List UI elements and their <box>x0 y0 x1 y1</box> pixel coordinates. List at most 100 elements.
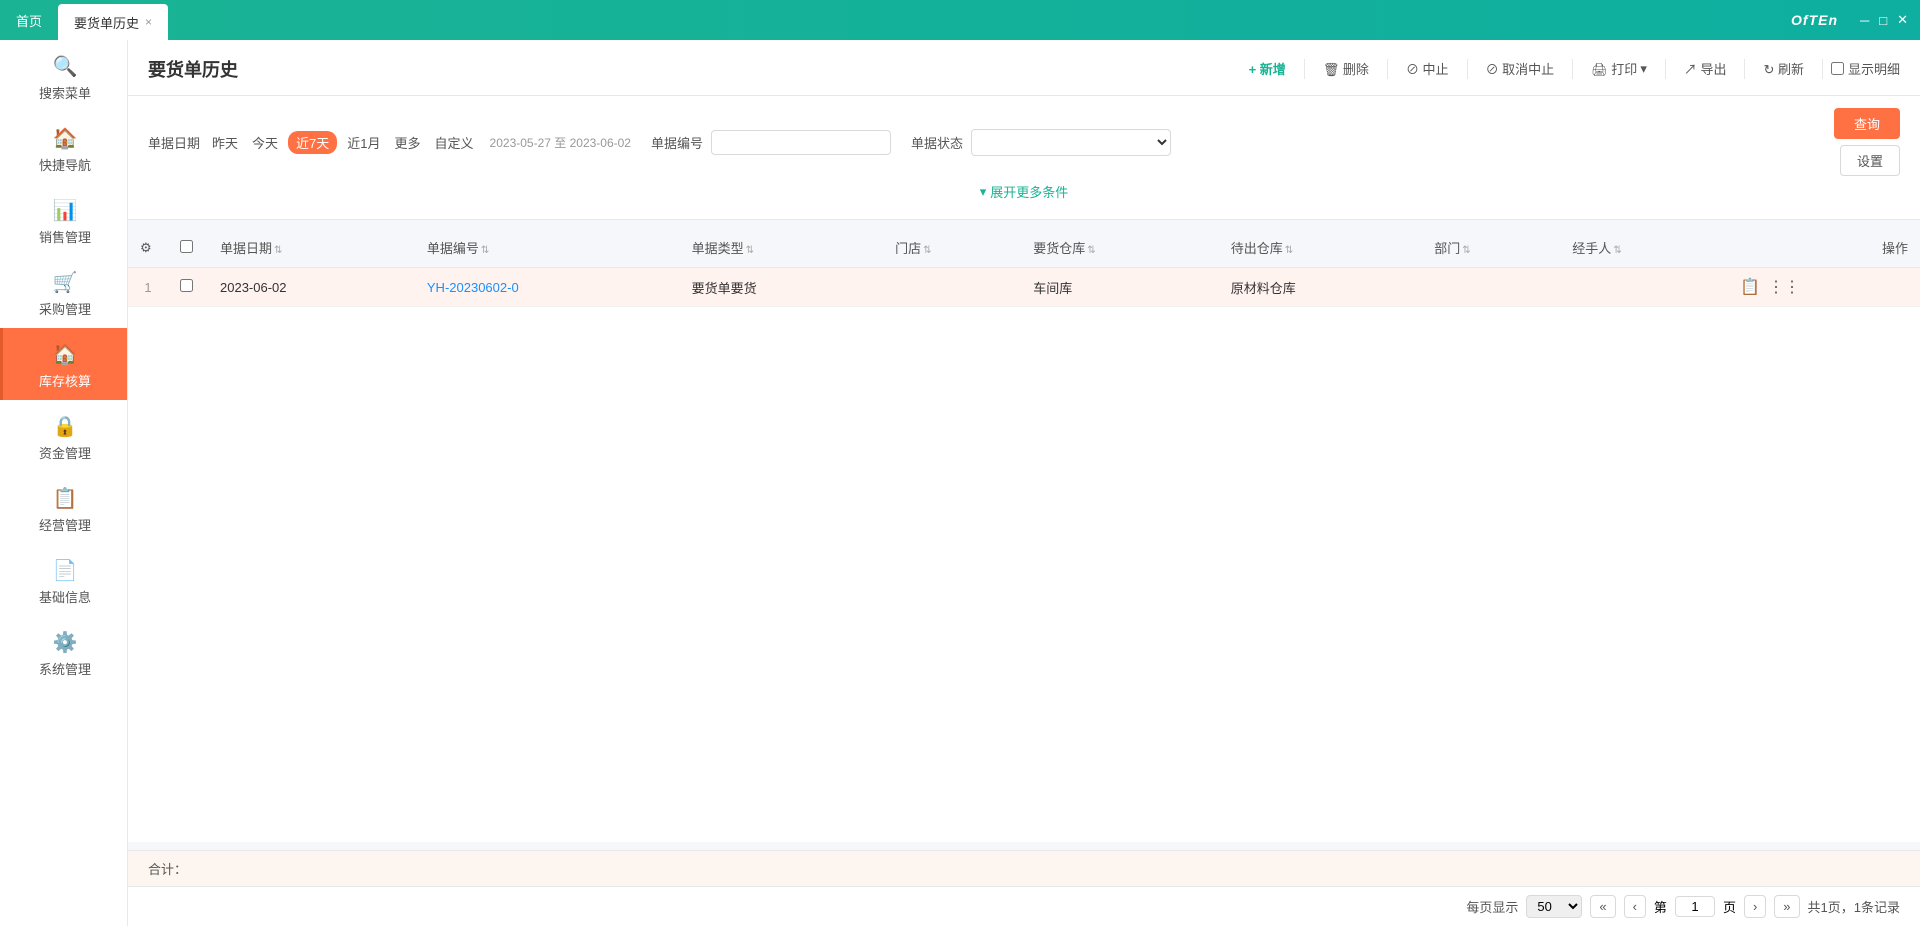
dept-sort-icon: ⇅ <box>1462 245 1470 256</box>
sidebar-item-purchase[interactable]: 🛒 采购管理 <box>0 256 127 328</box>
col-req-warehouse[interactable]: 要货仓库⇅ <box>1021 228 1219 268</box>
select-all-checkbox[interactable] <box>180 240 193 253</box>
page-size-label: 每页显示 <box>1466 897 1518 916</box>
sep4 <box>1572 59 1573 79</box>
filter-area: 单据日期 昨天 今天 近7天 近1月 更多 自定义 2023-05-27 至 2… <box>128 96 1920 220</box>
cancel-stop-button[interactable]: ⊘ 取消中止 <box>1476 54 1565 83</box>
quick-nav-icon: 🏠 <box>53 126 78 151</box>
top-bar: 首页 要货单历史 × OfTEn ─ □ ✕ <box>0 0 1920 40</box>
sidebar-item-search-menu[interactable]: 🔍 搜索菜单 <box>0 40 127 112</box>
prev-page-button[interactable]: ‹ <box>1624 895 1646 918</box>
cell-action: 📋 ⋮⋮ <box>1728 268 1920 307</box>
date-filter-label: 单据日期 <box>148 133 200 152</box>
refresh-button[interactable]: ↻ 刷新 <box>1753 54 1814 83</box>
tab-bar: 首页 要货单历史 × <box>0 0 168 40</box>
inventory-icon: 🏠 <box>53 342 78 367</box>
page-label: 页 <box>1723 897 1736 916</box>
col-action: 操作 <box>1728 228 1920 268</box>
setting-button[interactable]: 设置 <box>1840 145 1900 176</box>
close-window-icon[interactable]: ✕ <box>1897 12 1908 28</box>
status-filter-group: 单据状态 <box>911 129 1171 156</box>
action-icons: 📋 ⋮⋮ <box>1740 277 1908 297</box>
col-department[interactable]: 部门⇅ <box>1422 228 1560 268</box>
edit-icon[interactable]: 📋 <box>1740 277 1760 297</box>
handler-sort-icon: ⇅ <box>1613 245 1621 256</box>
export-button[interactable]: ↗ 导出 <box>1674 54 1737 83</box>
cell-date: 2023-06-02 <box>208 268 415 307</box>
toolbar: + 新增 🗑 删除 ⊘ 中止 ⊘ 取消中止 🖨 打印 ▾ ↗ 导出 ↻ <box>1239 54 1900 83</box>
sidebar-item-inventory[interactable]: 🏠 库存核算 <box>0 328 127 400</box>
content-area: 要货单历史 + 新增 🗑 删除 ⊘ 中止 ⊘ 取消中止 🖨 打印 ▾ ↗ 导 <box>128 40 1920 926</box>
sidebar-item-finance[interactable]: 🔒 资金管理 <box>0 400 127 472</box>
date-range-text: 2023-05-27 至 2023-06-02 <box>490 134 631 151</box>
col-order-type[interactable]: 单据类型⇅ <box>680 228 883 268</box>
shortcut-yesterday[interactable]: 昨天 <box>208 131 242 154</box>
basic-info-icon: 📄 <box>53 558 78 583</box>
filter-row-1: 单据日期 昨天 今天 近7天 近1月 更多 自定义 2023-05-27 至 2… <box>148 108 1900 176</box>
next-page-button[interactable]: › <box>1744 895 1766 918</box>
expand-icon: ▾ <box>980 184 987 200</box>
sep7 <box>1822 59 1823 79</box>
top-bar-right: OfTEn ─ □ ✕ <box>1779 12 1920 28</box>
col-order-no[interactable]: 单据编号⇅ <box>415 228 680 268</box>
tab-close-icon[interactable]: × <box>145 15 152 29</box>
order-no-sort-icon: ⇅ <box>481 245 489 256</box>
operations-icon: 📋 <box>53 486 78 511</box>
maximize-icon[interactable]: □ <box>1879 13 1887 28</box>
sales-icon: 📊 <box>53 198 78 223</box>
cell-order-type: 要货单要货 <box>680 268 883 307</box>
expand-filter-button[interactable]: ▾ 展开更多条件 <box>148 176 1900 207</box>
page-number-input[interactable] <box>1675 896 1715 917</box>
sep6 <box>1744 59 1745 79</box>
sep5 <box>1665 59 1666 79</box>
col-pending-warehouse[interactable]: 待出仓库⇅ <box>1219 228 1422 268</box>
tab-home[interactable]: 首页 <box>0 0 58 40</box>
col-store[interactable]: 门店⇅ <box>883 228 1021 268</box>
sidebar-item-operations[interactable]: 📋 经营管理 <box>0 472 127 544</box>
cell-order-no[interactable]: YH-20230602-0 <box>415 268 680 307</box>
order-type-sort-icon: ⇅ <box>746 245 754 256</box>
sidebar-item-basic-info[interactable]: 📄 基础信息 <box>0 544 127 616</box>
row-select-checkbox[interactable] <box>180 279 193 292</box>
purchase-icon: 🛒 <box>53 270 78 295</box>
date-filter-group: 单据日期 昨天 今天 近7天 近1月 更多 自定义 2023-05-27 至 2… <box>148 131 631 154</box>
cell-pending-warehouse: 原材料仓库 <box>1219 268 1422 307</box>
col-handler[interactable]: 经手人⇅ <box>1560 228 1728 268</box>
cell-handler <box>1560 268 1728 307</box>
status-select[interactable] <box>971 129 1171 156</box>
col-settings[interactable]: ⚙ <box>128 228 168 268</box>
order-no-input[interactable] <box>711 130 891 155</box>
row-num: 1 <box>128 268 168 307</box>
tab-order-history[interactable]: 要货单历史 × <box>58 4 168 40</box>
shortcut-today[interactable]: 今天 <box>248 131 282 154</box>
table-footer: 合计： <box>128 850 1920 886</box>
delete-button[interactable]: 🗑 删除 <box>1313 54 1379 83</box>
page-size-select[interactable]: 20 50 100 <box>1526 895 1582 918</box>
sidebar-item-sales[interactable]: 📊 销售管理 <box>0 184 127 256</box>
delete-row-icon[interactable]: ⋮⋮ <box>1768 277 1800 297</box>
total-label: 合计： <box>148 862 187 877</box>
print-button[interactable]: 🖨 打印 ▾ <box>1581 54 1657 83</box>
sidebar-item-quick-nav[interactable]: 🏠 快捷导航 <box>0 112 127 184</box>
query-button[interactable]: 查询 <box>1834 108 1900 139</box>
shortcut-last1month[interactable]: 近1月 <box>343 131 384 154</box>
new-button[interactable]: + 新增 <box>1239 54 1296 83</box>
row-checkbox <box>168 268 208 307</box>
minimize-icon[interactable]: ─ <box>1860 13 1869 28</box>
query-btn-group: 查询 设置 <box>1834 108 1900 176</box>
system-icon: ⚙️ <box>53 630 78 655</box>
col-date[interactable]: 单据日期⇅ <box>208 228 415 268</box>
shortcut-custom[interactable]: 自定义 <box>431 131 478 154</box>
shortcut-last7days[interactable]: 近7天 <box>288 131 337 154</box>
sidebar-item-system[interactable]: ⚙️ 系统管理 <box>0 616 127 688</box>
sep1 <box>1304 59 1305 79</box>
stop-button[interactable]: ⊘ 中止 <box>1396 54 1459 83</box>
display-detail-checkbox[interactable] <box>1831 62 1844 75</box>
total-info: 共1页，1条记录 <box>1808 897 1900 916</box>
shortcut-more[interactable]: 更多 <box>391 131 425 154</box>
first-page-button[interactable]: « <box>1590 895 1615 918</box>
table-row: 1 2023-06-02 YH-20230602-0 要货单要货 车间库 原材料… <box>128 268 1920 307</box>
logo-text: OfTEn <box>1779 12 1850 28</box>
last-page-button[interactable]: » <box>1774 895 1799 918</box>
sep2 <box>1387 59 1388 79</box>
